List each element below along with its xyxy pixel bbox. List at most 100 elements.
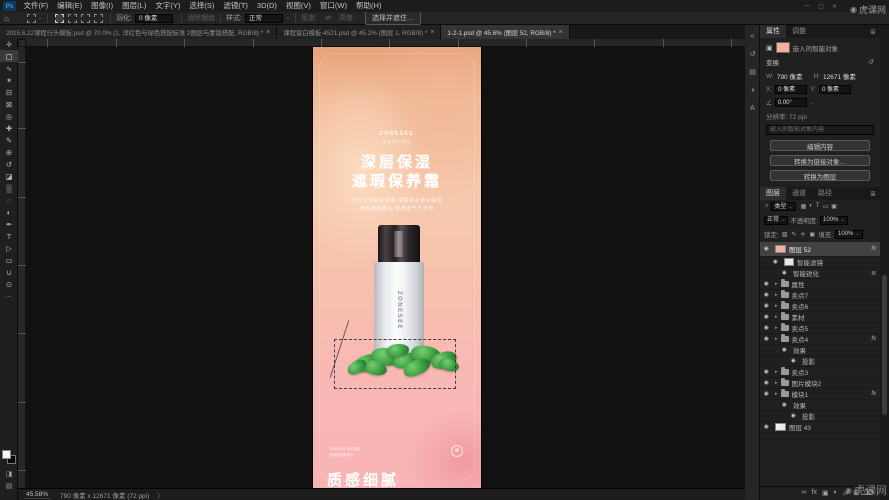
adjustments-panel-icon[interactable]: ◑ (745, 83, 760, 97)
visibility-eye-icon[interactable]: ◉ (764, 391, 772, 397)
卖点7[interactable]: ◉ ▸ 卖点7 fx (760, 290, 880, 301)
collapse-dock-icon[interactable]: « (745, 29, 760, 43)
character-panel-icon[interactable]: A (745, 101, 760, 115)
shape-filter-icon[interactable]: ▭ (822, 203, 830, 210)
horizontal-ruler[interactable] (26, 39, 745, 47)
fx-badge[interactable]: fx (871, 246, 876, 252)
maximize-icon[interactable]: ▢ (818, 3, 824, 10)
delete-layer-icon[interactable]: ⌦ (864, 489, 874, 497)
type-filter-icon[interactable]: T (815, 203, 821, 210)
属性[interactable]: ◉ ▸ 属性 fx (760, 279, 880, 290)
lock-transparent-icon[interactable]: ▨ (781, 231, 789, 238)
swatches-panel-icon[interactable]: ▤ (745, 65, 760, 79)
shape-tool[interactable]: ▭ (0, 254, 18, 266)
status-expand-icon[interactable]: 〉 (157, 490, 164, 500)
menu-item[interactable]: 图像(I) (87, 0, 118, 12)
edit-toolbar-icon[interactable]: … (0, 292, 17, 299)
投影[interactable]: ◉ ▸ 投影 fx (760, 356, 880, 367)
document-tab[interactable]: 2025.6.22课程行头模板.psd @ 70.0% (1, 洋红色与绿色搭配… (0, 25, 278, 39)
close-tab-icon[interactable]: × (266, 29, 270, 36)
panel-menu-icon[interactable]: ≣ (870, 28, 880, 36)
lasso-tool[interactable]: ∿ (0, 62, 18, 74)
visibility-eye-icon[interactable]: ◉ (782, 270, 790, 276)
expand-arrow-icon[interactable]: ▸ (775, 325, 778, 331)
效果[interactable]: ◉ ▸ 效果 fx (760, 345, 880, 356)
quick-select-tool[interactable]: ✶ (0, 74, 18, 86)
素材[interactable]: ◉ ▸ 素材 fx (760, 312, 880, 323)
style-select[interactable]: 正常 (244, 13, 283, 23)
swap-icon[interactable]: ⇄ (325, 14, 331, 22)
智能锐化[interactable]: ◉ ▸ 智能锐化 fx ≣ (760, 268, 880, 279)
angle-input[interactable]: 0.00° (774, 98, 807, 107)
adjust-filter-icon[interactable]: ◐ (808, 203, 814, 210)
layer-style-icon[interactable]: fx (812, 489, 817, 496)
blur-tool[interactable]: ◌ (0, 194, 18, 206)
select-and-mask-button[interactable]: 选择并遮住… (364, 11, 421, 25)
fill-input[interactable]: 100% ⌄ (835, 229, 863, 239)
add-mask-icon[interactable]: ▣ (822, 489, 829, 497)
brush-tool[interactable]: ✎ (0, 134, 18, 146)
canvas-document[interactable]: ZONESEE 深层修护系列 深层保湿 遮瑕保养霜 专为亚洲肌肤研制 深层补水锁… (313, 47, 481, 488)
screen-mode-icon[interactable]: ▤ (0, 482, 18, 490)
reset-transform-icon[interactable]: ↺ (869, 58, 874, 66)
convert-layers-button[interactable]: 转换为图层 (770, 170, 870, 181)
new-group-icon[interactable]: ▱ (843, 489, 848, 497)
tab-properties[interactable]: 属性 (760, 25, 786, 38)
visibility-eye-icon[interactable]: ◉ (764, 336, 772, 342)
智能滤镜[interactable]: ◉ ▸ 智能滤镜 fx (760, 257, 880, 268)
ruler-origin-box[interactable] (18, 39, 26, 47)
图片模块2[interactable]: ◉ ▸ 图片模块2 fx (760, 378, 880, 389)
chevron-down-icon[interactable]: ⌄ (810, 100, 814, 106)
visibility-eye-icon[interactable]: ◉ (764, 369, 772, 375)
lock-all-icon[interactable]: ▣ (809, 231, 817, 238)
tab-layers[interactable]: 图层 (760, 187, 786, 200)
lock-position-icon[interactable]: ✛ (800, 231, 807, 238)
visibility-eye-icon[interactable]: ◉ (791, 358, 799, 364)
visibility-eye-icon[interactable]: ◉ (764, 303, 772, 309)
tab-channels[interactable]: 通道 (786, 187, 812, 200)
clone-stamp-tool[interactable]: ⊕ (0, 146, 18, 158)
frame-tool[interactable]: ⊠ (0, 98, 18, 110)
卖点3[interactable]: ◉ ▸ 卖点3 fx (760, 367, 880, 378)
add-selection-icon[interactable] (68, 13, 78, 23)
height-value[interactable]: 12671 像素 (823, 71, 856, 81)
visibility-eye-icon[interactable]: ◉ (764, 281, 772, 287)
menu-item[interactable]: 文字(Y) (151, 0, 185, 12)
marquee-tool[interactable]: ▢ (0, 50, 18, 62)
canvas-pasteboard[interactable]: ZONESEE 深层修护系列 深层保湿 遮瑕保养霜 专为亚洲肌肤研制 深层补水锁… (18, 47, 745, 488)
tab-paths[interactable]: 路径 (812, 187, 838, 200)
history-panel-icon[interactable]: ↺ (745, 47, 760, 61)
eraser-tool[interactable]: ◪ (0, 170, 18, 182)
visibility-eye-icon[interactable]: ◉ (791, 413, 799, 419)
zoom-tool[interactable]: ⊙ (0, 278, 18, 290)
link-layers-icon[interactable]: ∞ (802, 489, 807, 496)
move-tool[interactable]: ✛ (0, 38, 18, 50)
spot-heal-tool[interactable]: ✚ (0, 122, 18, 134)
edit-contents-button[interactable]: 编辑内容 (770, 140, 870, 151)
filter-mask-thumbnail[interactable] (784, 258, 794, 266)
width-value[interactable]: 790 像素 (777, 71, 803, 81)
foreground-color-swatch[interactable] (2, 450, 11, 459)
home-icon[interactable]: ⌂ (0, 14, 13, 23)
fx-badge[interactable]: fx (871, 336, 876, 342)
adjustment-layer-icon[interactable]: ◐ (834, 489, 838, 496)
close-tab-icon[interactable]: × (430, 29, 434, 36)
visibility-eye-icon[interactable]: ◉ (764, 380, 772, 386)
卖点6[interactable]: ◉ ▸ 卖点6 fx (760, 301, 880, 312)
menu-item[interactable]: 编辑(E) (53, 0, 87, 12)
row-extra-icon[interactable]: ≣ (871, 270, 876, 277)
layer-thumbnail[interactable] (775, 423, 786, 431)
expand-arrow-icon[interactable]: ▸ (775, 314, 778, 320)
x-input[interactable]: 0 像素 (775, 85, 808, 94)
minimize-icon[interactable]: — (804, 3, 810, 10)
y-input[interactable]: 0 像素 (818, 85, 851, 94)
menu-item[interactable]: 3D(D) (252, 0, 281, 12)
menu-item[interactable]: 滤镜(T) (219, 0, 253, 12)
history-brush-tool[interactable]: ↺ (0, 158, 18, 170)
fx-badge[interactable]: fx (871, 391, 876, 397)
tool-preset-icon[interactable] (26, 13, 36, 23)
menu-item[interactable]: 视图(V) (281, 0, 315, 12)
visibility-eye-icon[interactable]: ◉ (764, 424, 772, 430)
feather-input[interactable]: 0 像素 (135, 13, 173, 23)
crop-tool[interactable]: ⊟ (0, 86, 18, 98)
